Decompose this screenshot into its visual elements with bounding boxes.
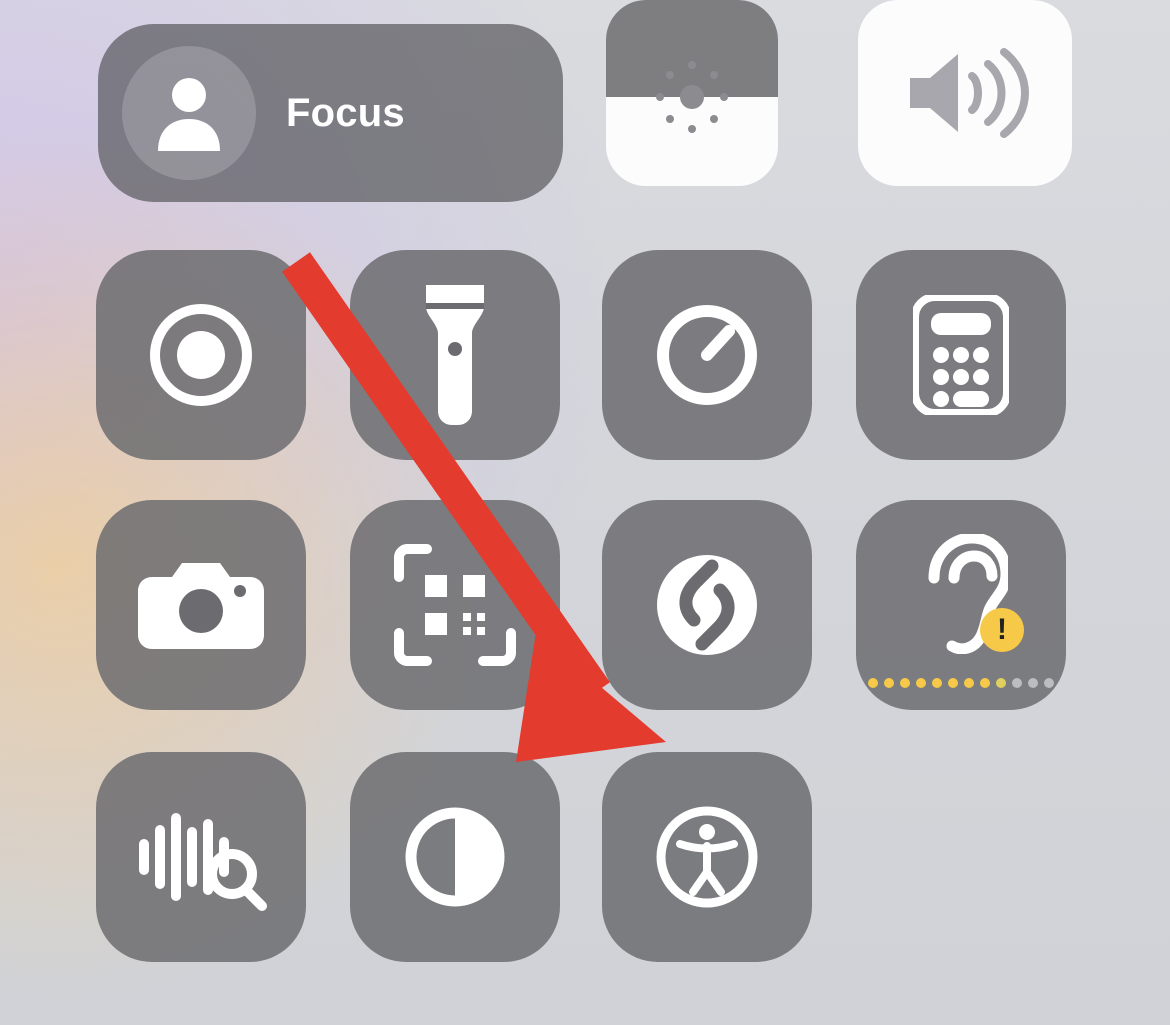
person-icon <box>154 75 224 151</box>
volume-slider[interactable] <box>858 0 1072 186</box>
shazam-button[interactable] <box>602 500 812 710</box>
qr-scan-button[interactable] <box>350 500 560 710</box>
accessibility-icon <box>654 804 760 910</box>
brightness-slider[interactable] <box>606 0 778 186</box>
shazam-icon <box>652 550 762 660</box>
focus-avatar-circle <box>122 46 256 180</box>
calculator-icon <box>913 295 1009 415</box>
focus-button[interactable]: Focus <box>98 24 563 202</box>
screen-record-button[interactable] <box>96 250 306 460</box>
flashlight-icon <box>418 285 492 425</box>
sun-icon <box>646 51 738 143</box>
dark-mode-icon <box>403 805 507 909</box>
timer-button[interactable] <box>602 250 812 460</box>
camera-button[interactable] <box>96 500 306 710</box>
camera-icon <box>138 557 264 653</box>
timer-icon <box>653 301 761 409</box>
alert-badge-icon: ! <box>980 608 1024 652</box>
sound-recognition-button[interactable] <box>96 752 306 962</box>
dark-mode-button[interactable] <box>350 752 560 962</box>
qr-scan-icon <box>393 543 517 667</box>
sound-recognition-icon <box>134 802 268 912</box>
flashlight-button[interactable] <box>350 250 560 460</box>
accessibility-button[interactable] <box>602 752 812 962</box>
calculator-button[interactable] <box>856 250 1066 460</box>
hearing-button[interactable]: ! <box>856 500 1066 710</box>
focus-label: Focus <box>286 91 405 136</box>
hearing-level-dots <box>868 678 1054 688</box>
screen-record-icon <box>147 301 255 409</box>
speaker-icon <box>900 38 1030 148</box>
